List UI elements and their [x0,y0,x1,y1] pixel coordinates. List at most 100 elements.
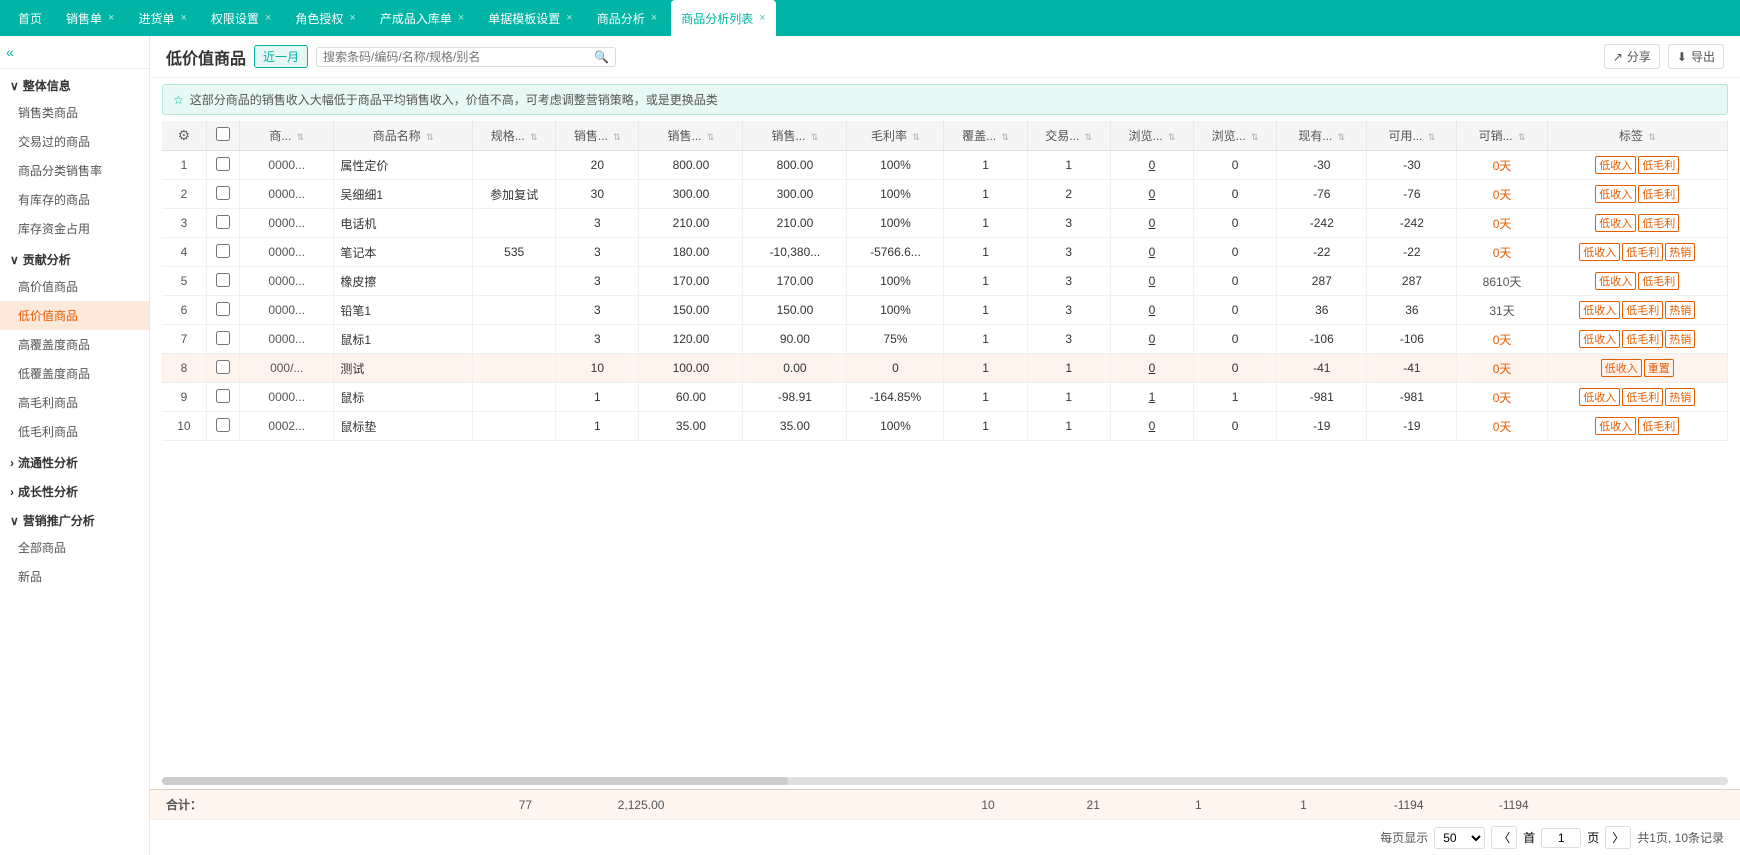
nav-analysis-list[interactable]: 商品分析列表 × [671,0,775,36]
cell-sellable: 31天 [1457,296,1547,325]
cell-browse1[interactable]: 0 [1110,180,1193,209]
th-coverage[interactable]: 覆盖... ⇅ [944,121,1027,151]
sidebar-group-contribution[interactable]: ∨ 贡献分析 [0,243,149,272]
sidebar-item-low-value[interactable]: 低价值商品 [0,301,149,330]
th-sales-cost[interactable]: 销售... ⇅ [743,121,847,151]
cell-gross-rate: -164.85% [847,383,944,412]
th-gross-rate[interactable]: 毛利率 ⇅ [847,121,944,151]
th-sales-amt[interactable]: 销售... ⇅ [639,121,743,151]
time-tag-btn[interactable]: 近一月 [254,45,308,68]
next-btn[interactable]: 〉 [1605,826,1631,849]
export-btn[interactable]: ⬇ 导出 [1668,44,1724,69]
nav-role-close[interactable]: × [349,12,355,24]
cell-tags: 低收入重置 [1547,354,1727,383]
nav-sales[interactable]: 销售单 × [56,0,124,36]
nav-product[interactable]: 产成品入库单 × [370,0,474,36]
nav-purchase-close[interactable]: × [180,12,186,24]
th-sales-qty[interactable]: 销售... ⇅ [556,121,639,151]
row-check[interactable] [216,244,230,258]
settings-gear-btn[interactable]: ⚙ [178,127,191,144]
cell-browse1[interactable]: 0 [1110,151,1193,180]
row-check[interactable] [216,215,230,229]
prev-btn[interactable]: 〈 [1491,826,1517,849]
cell-browse1[interactable]: 0 [1110,209,1193,238]
search-icon[interactable]: 🔍 [594,50,609,64]
cell-browse1[interactable]: 1 [1110,383,1193,412]
top-nav: 首页 销售单 × 进货单 × 权限设置 × 角色授权 × 产成品入库单 × 单据… [0,0,1740,36]
scroll-bar[interactable] [162,777,1728,785]
th-available[interactable]: 可用... ⇅ [1367,121,1457,151]
nav-sales-close[interactable]: × [108,12,114,24]
sidebar-item-new-goods[interactable]: 新品 [0,562,149,591]
sidebar-item-high-profit[interactable]: 高毛利商品 [0,388,149,417]
nav-home[interactable]: 首页 [8,0,52,36]
nav-purchase[interactable]: 进货单 × [128,0,196,36]
cell-browse1[interactable]: 0 [1110,325,1193,354]
cell-browse1[interactable]: 0 [1110,296,1193,325]
share-btn[interactable]: ↗ 分享 [1604,44,1660,69]
th-name[interactable]: 商品名称 ⇅ [334,121,473,151]
nav-analysis-list-close[interactable]: × [759,12,765,24]
cell-gross-rate: -5766.6... [847,238,944,267]
sidebar-item-high-value[interactable]: 高价值商品 [0,272,149,301]
sidebar-item-stock-capital[interactable]: 库存资金占用 [0,214,149,243]
nav-template-close[interactable]: × [566,12,572,24]
cell-stock: -22 [1277,238,1367,267]
sidebar-item-stock-goods[interactable]: 有库存的商品 [0,185,149,214]
cell-name: 吴细细1 [334,180,473,209]
th-sellable[interactable]: 可销... ⇅ [1457,121,1547,151]
collapse-btn[interactable]: « [6,44,14,60]
th-spec[interactable]: 规格... ⇅ [473,121,556,151]
row-check[interactable] [216,418,230,432]
th-stock[interactable]: 现有... ⇅ [1277,121,1367,151]
page-input[interactable] [1541,828,1581,848]
row-check[interactable] [216,389,230,403]
th-browse1[interactable]: 浏览... ⇅ [1110,121,1193,151]
row-check[interactable] [216,273,230,287]
sidebar-item-low-profit[interactable]: 低毛利商品 [0,417,149,446]
nav-permission[interactable]: 权限设置 × [201,0,281,36]
sidebar-item-category-sales[interactable]: 商品分类销售率 [0,156,149,185]
per-page-select[interactable]: 50 100 200 [1434,827,1485,849]
th-code[interactable]: 商... ⇅ [240,121,334,151]
cell-browse1[interactable]: 0 [1110,238,1193,267]
cell-browse1[interactable]: 0 [1110,412,1193,441]
export-icon: ⬇ [1677,50,1687,64]
cell-name: 鼠标 [334,383,473,412]
cell-available: -22 [1367,238,1457,267]
sidebar-item-traded-goods[interactable]: 交易过的商品 [0,127,149,156]
th-browse2[interactable]: 浏览... ⇅ [1194,121,1277,151]
sidebar-group-overall[interactable]: ∨ 整体信息 [0,69,149,98]
cell-sales-qty: 1 [556,412,639,441]
tag-label: 低收入 [1595,214,1636,232]
cell-code: 0000... [240,296,334,325]
row-check[interactable] [216,331,230,345]
search-box: 🔍 [316,47,616,67]
cell-browse1[interactable]: 0 [1110,354,1193,383]
row-check[interactable] [216,186,230,200]
sidebar-item-all-goods[interactable]: 全部商品 [0,533,149,562]
th-trade[interactable]: 交易... ⇅ [1027,121,1110,151]
sidebar-group-liquidity[interactable]: › 流通性分析 [0,446,149,475]
nav-product-close[interactable]: × [458,12,464,24]
sidebar-item-high-coverage[interactable]: 高覆盖度商品 [0,330,149,359]
cell-stock: -19 [1277,412,1367,441]
sidebar-item-sales-goods[interactable]: 销售类商品 [0,98,149,127]
row-check[interactable] [216,157,230,171]
cell-coverage: 1 [944,209,1027,238]
nav-template[interactable]: 单据模板设置 × [478,0,582,36]
nav-permission-close[interactable]: × [265,12,271,24]
sidebar-group-marketing[interactable]: ∨ 营销推广分析 [0,504,149,533]
row-check[interactable] [216,360,230,374]
nav-analysis[interactable]: 商品分析 × [587,0,667,36]
nav-analysis-close[interactable]: × [651,12,657,24]
th-settings[interactable]: ⚙ [162,121,206,151]
check-all[interactable] [216,127,230,141]
th-tags[interactable]: 标签 ⇅ [1547,121,1727,151]
row-check[interactable] [216,302,230,316]
cell-browse1[interactable]: 0 [1110,267,1193,296]
nav-role[interactable]: 角色授权 × [285,0,365,36]
sidebar-item-low-coverage[interactable]: 低覆盖度商品 [0,359,149,388]
search-input[interactable] [323,50,590,64]
sidebar-group-growth[interactable]: › 成长性分析 [0,475,149,504]
